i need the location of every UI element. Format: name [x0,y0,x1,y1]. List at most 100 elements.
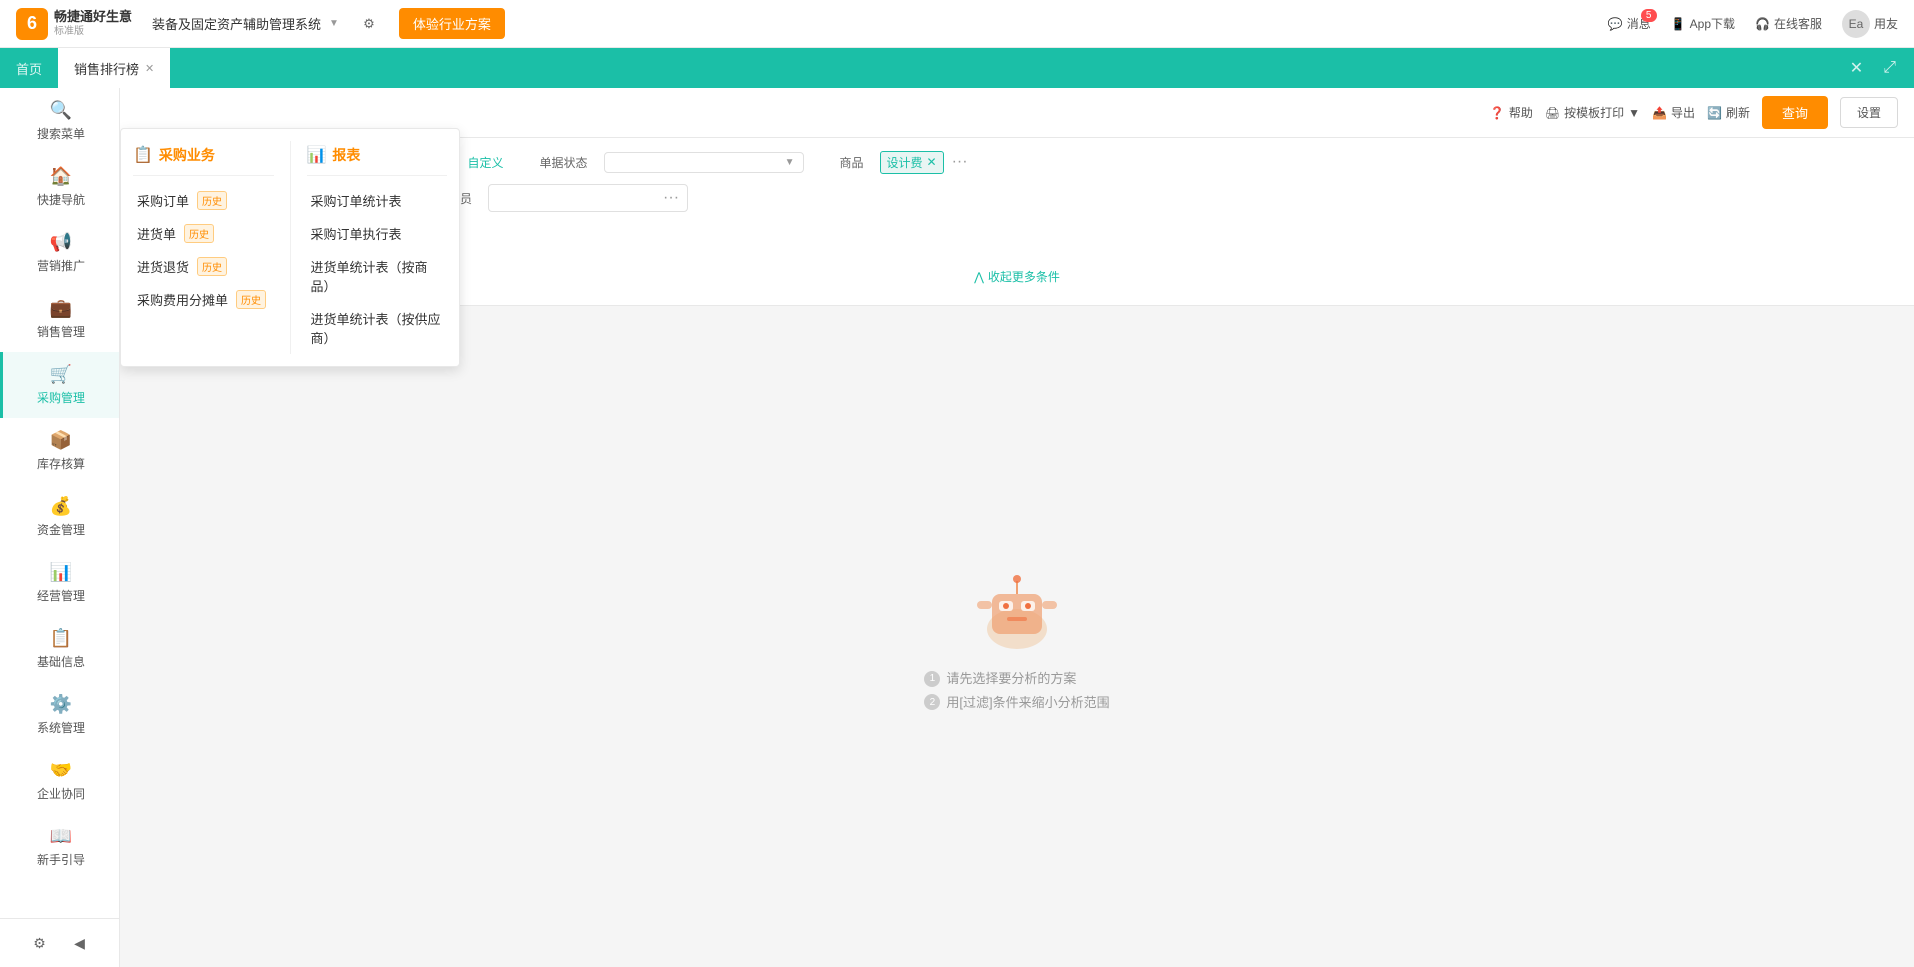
user-avatar: Ea [1842,10,1870,38]
goods-filter-area: 设计费 ✕ ··· [880,151,968,174]
collapse-icon: ⋀ [974,270,984,284]
tab-sales-ranking[interactable]: 销售排行榜 ✕ [58,48,170,88]
list-icon: 📋 [50,628,72,649]
history-badge-receipt: 历史 [184,224,214,243]
dropdown-item-receipt-supplier[interactable]: 进货单统计表（按供应商） [307,302,448,354]
handshake-icon: 🤝 [50,760,72,781]
main-layout: 🔍 搜索菜单 🏠 快捷导航 📢 营销推广 💼 销售管理 🛒 采购管理 📦 库存核… [0,88,1914,967]
dropdown-columns: 📋 采购业务 采购订单 历史 进货单 历史 进货退货 历史 [121,141,459,354]
message-btn[interactable]: 💬 消息 5 [1608,15,1651,32]
tab-close-icon[interactable]: ✕ [145,62,154,75]
content-area: 📋 采购业务 采购订单 历史 进货单 历史 进货退货 历史 [120,88,1914,967]
dropdown-item-return[interactable]: 进货退货 历史 [133,250,274,283]
tab-home[interactable]: 首页 [0,48,58,88]
sidebar-item-sales[interactable]: 💼 销售管理 [0,286,119,352]
sidebar-bottom: ⚙ ◀ [0,918,119,967]
sidebar-collapse-btn[interactable]: ◀ [64,927,96,959]
headset-icon: 🎧 [1755,17,1770,31]
megaphone-icon: 📢 [50,232,72,253]
maximize-icon[interactable]: ⤢ [1877,57,1902,79]
export-btn[interactable]: 📤 导出 [1652,104,1695,121]
voucher-status-label: 单据状态 [539,154,587,171]
search-icon: 🔍 [50,100,72,121]
home-icon: 🏠 [50,166,72,187]
export-icon: 📤 [1652,106,1667,120]
sidebar-item-nav[interactable]: 🏠 快捷导航 [0,154,119,220]
dropdown-col-purchase-title: 📋 采购业务 [133,141,274,176]
logo-area: 6 畅捷通好生意 标准版 [16,8,136,40]
dropdown-col-purchase: 📋 采购业务 采购订单 历史 进货单 历史 进货退货 历史 [121,141,286,354]
header-right: 💬 消息 5 📱 App下载 🎧 在线客服 Ea 用友 [1608,10,1898,38]
sidebar-item-inventory[interactable]: 📦 库存核算 [0,418,119,484]
refresh-btn[interactable]: 🔄 刷新 [1707,104,1750,121]
message-badge: 5 [1641,9,1657,22]
sidebar-item-marketing[interactable]: 📢 营销推广 [0,220,119,286]
dropdown-item-receipt-goods[interactable]: 进货单统计表（按商品） [307,250,448,302]
dropdown-col-report-title: 📊 报表 [307,141,448,176]
system-title-arrow[interactable]: ▼ [329,18,339,29]
empty-step-2: 2 用[过滤]条件来缩小分析范围 [924,691,1109,714]
dropdown-col-report: 📊 报表 采购订单统计表 采购订单执行表 进货单统计表（按商品） 进货单统计表（… [295,141,460,354]
empty-text: 1 请先选择要分析的方案 2 用[过滤]条件来缩小分析范围 [924,667,1109,714]
goods-tag: 设计费 ✕ [880,151,944,174]
dropdown-item-po-exec[interactable]: 采购订单执行表 [307,217,448,250]
sidebar-item-basic[interactable]: 📋 基础信息 [0,616,119,682]
dropdown-item-po-stat[interactable]: 采购订单统计表 [307,184,448,217]
top-header: 6 畅捷通好生意 标准版 装备及固定资产辅助管理系统 ▼ ⚙ 体验行业方案 💬 … [0,0,1914,48]
sidebar-item-system[interactable]: ⚙️ 系统管理 [0,682,119,748]
user-area[interactable]: Ea 用友 [1842,10,1898,38]
money-icon: 💰 [50,496,72,517]
logo-sub: 标准版 [54,25,132,38]
goods-label: 商品 [840,154,864,171]
sidebar-settings-btn[interactable]: ⚙ [24,927,56,959]
template-print-btn[interactable]: 🖨 按模板打印 ▼ [1545,104,1640,121]
purchase-col-icon: 📋 [133,145,153,165]
sidebar-item-finance[interactable]: 💰 资金管理 [0,484,119,550]
logo-icon: 6 [16,8,48,40]
online-service-btn[interactable]: 🎧 在线客服 [1755,15,1822,32]
dropdown-menu: 📋 采购业务 采购订单 历史 进货单 历史 进货退货 历史 [120,128,460,367]
tabs-bar: 首页 销售排行榜 ✕ ✕ ⤢ [0,48,1914,88]
settings-icon-btn[interactable]: ⚙ [355,10,383,38]
dropdown-item-expense[interactable]: 采购费用分摊单 历史 [133,283,274,316]
print-arrow[interactable]: ▼ [1628,106,1640,120]
dropdown-divider [290,141,291,354]
voucher-status-arrow: ▼ [785,157,795,168]
empty-illustration [957,559,1077,659]
sidebar-item-enterprise[interactable]: 🤝 企业协同 [0,748,119,814]
dropdown-item-receipt[interactable]: 进货单 历史 [133,217,274,250]
sidebar-item-guide[interactable]: 📖 新手引导 [0,814,119,880]
query-btn[interactable]: 查询 [1762,96,1828,129]
industry-btn[interactable]: 体验行业方案 [399,8,505,39]
history-badge-return: 历史 [197,257,227,276]
print-icon: 🖨 [1545,106,1560,120]
salesperson-dots[interactable]: ··· [663,189,679,207]
sidebar-item-operations[interactable]: 📊 经营管理 [0,550,119,616]
logo-text: 畅捷通好生意 标准版 [54,9,132,39]
settings-btn[interactable]: 设置 [1840,97,1898,128]
salesperson-control[interactable]: ··· [488,184,688,212]
app-download-btn[interactable]: 📱 App下载 [1671,15,1735,32]
shortcut-custom[interactable]: 自定义 [467,154,503,171]
empty-step-1: 1 请先选择要分析的方案 [924,667,1109,690]
gear-icon: ⚙️ [50,694,72,715]
empty-state: 1 请先选择要分析的方案 2 用[过滤]条件来缩小分析范围 [120,306,1914,967]
close-all-icon[interactable]: ✕ [1844,56,1869,80]
phone-icon: 📱 [1671,17,1686,31]
purchase-icon: 🛒 [50,364,72,385]
book-icon: 📖 [50,826,72,847]
box-icon: 📦 [50,430,72,451]
voucher-status-control[interactable]: ▼ [604,152,804,173]
logo-main: 畅捷通好生意 [54,9,132,26]
system-title: 装备及固定资产辅助管理系统 ▼ [152,14,339,33]
sidebar-item-purchase[interactable]: 🛒 采购管理 [0,352,119,418]
collapse-btn[interactable]: ⋀ 收起更多条件 [958,260,1076,293]
goods-tag-remove[interactable]: ✕ [927,155,937,169]
refresh-icon: 🔄 [1707,106,1722,120]
dropdown-item-po[interactable]: 采购订单 历史 [133,184,274,217]
goods-dots[interactable]: ··· [952,153,968,171]
report-col-icon: 📊 [307,145,327,165]
history-badge-expense: 历史 [236,290,266,309]
sidebar-item-search[interactable]: 🔍 搜索菜单 [0,88,119,154]
help-btn[interactable]: ❓ 帮助 [1490,104,1533,121]
